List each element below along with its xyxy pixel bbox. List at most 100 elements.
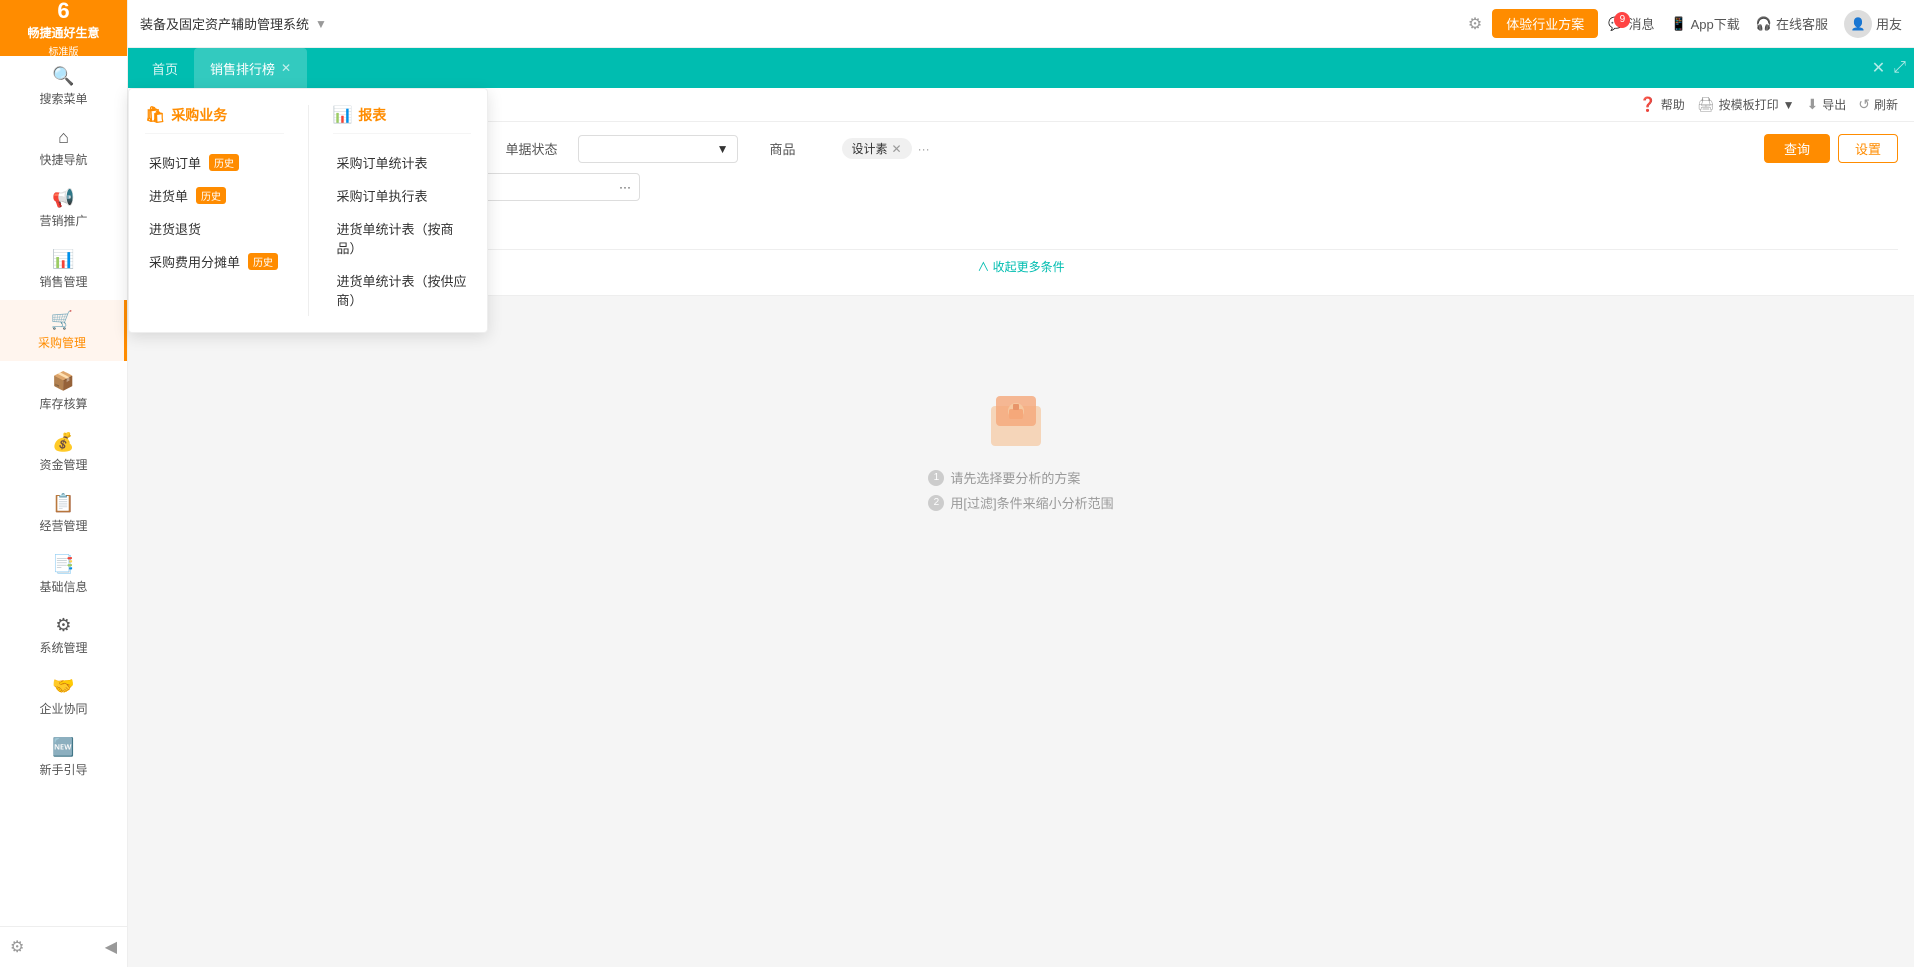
dropdown-item-order-exec[interactable]: 采购订单执行表 bbox=[333, 179, 472, 212]
tab-close-icon[interactable]: ✕ bbox=[281, 61, 291, 75]
dropdown-item-arrival[interactable]: 进货单 历史 bbox=[145, 179, 284, 212]
dropdown-item-expense[interactable]: 采购费用分摊单 历史 bbox=[145, 245, 284, 278]
empty-tip-2: 2 用[过滤]条件来缩小分析范围 bbox=[928, 493, 1113, 512]
dropdown-item-purchase-order[interactable]: 采购订单 历史 bbox=[145, 146, 284, 179]
sidebar-item-label-purchase: 采购管理 bbox=[38, 334, 86, 351]
sidebar-item-system[interactable]: ⚙ 系统管理 bbox=[0, 605, 127, 666]
new-icon: 🆕 bbox=[52, 737, 74, 758]
handshake-icon: 🤝 bbox=[52, 676, 74, 697]
sidebar-item-purchase[interactable]: 🛒 采购管理 bbox=[0, 300, 127, 361]
sidebar-item-basic[interactable]: 📑 基础信息 bbox=[0, 544, 127, 605]
dropdown-item-arrival-stat-goods[interactable]: 进货单统计表（按商品） bbox=[333, 212, 472, 264]
sidebar-item-guide[interactable]: 🆕 新手引导 bbox=[0, 727, 127, 788]
header-gear-icon[interactable]: ⚙ bbox=[1468, 14, 1482, 34]
sidebar-item-sales[interactable]: 📊 销售管理 bbox=[0, 239, 127, 300]
avatar-icon: 👤 bbox=[1851, 17, 1866, 31]
gear-icon: ⚙ bbox=[55, 615, 71, 636]
sidebar-item-corp[interactable]: 🤝 企业协同 bbox=[0, 666, 127, 727]
headset-icon: 🎧 bbox=[1756, 16, 1772, 32]
print-template-label: 按模板打印 bbox=[1719, 96, 1779, 113]
expense-label: 采购费用分摊单 bbox=[149, 252, 240, 271]
tabs-close-all-btn[interactable]: ✕ bbox=[1872, 58, 1885, 78]
sidebar-item-operation[interactable]: 📋 经营管理 bbox=[0, 483, 127, 544]
setting-button[interactable]: 设置 bbox=[1838, 134, 1898, 163]
dropdown-arrow-icon[interactable]: ▼ bbox=[315, 17, 327, 31]
collapse-text: 收起更多条件 bbox=[993, 260, 1065, 274]
empty-tip-2-text: 用[过滤]条件来缩小分析范围 bbox=[950, 493, 1113, 512]
salesman-more-dots[interactable]: ··· bbox=[619, 180, 631, 194]
user-btn[interactable]: 👤 用友 bbox=[1844, 10, 1902, 38]
arrival-stat-supplier-label: 进货单统计表（按供应商） bbox=[337, 271, 468, 309]
goods-more-dots[interactable]: ··· bbox=[918, 142, 930, 156]
empty-dot-1: 1 bbox=[928, 470, 944, 486]
refresh-btn[interactable]: ↺ 刷新 bbox=[1858, 96, 1898, 113]
print-icon: 🖨 bbox=[1697, 96, 1715, 113]
logo-icon: 6 bbox=[57, 0, 69, 24]
empty-tip-1: 1 请先选择要分析的方案 bbox=[928, 468, 1113, 487]
empty-text: 1 请先选择要分析的方案 2 用[过滤]条件来缩小分析范围 bbox=[928, 468, 1113, 512]
empty-illustration bbox=[971, 376, 1071, 456]
sidebar-item-marketing[interactable]: 📢 营销推广 bbox=[0, 178, 127, 239]
expense-history-badge: 历史 bbox=[248, 253, 278, 270]
tab-home-label: 首页 bbox=[152, 59, 178, 78]
purchase-col-icon: 🛍 bbox=[145, 105, 165, 125]
print-dropdown-icon: ▼ bbox=[1783, 98, 1795, 112]
cart-icon: 🛒 bbox=[51, 310, 73, 331]
sidebar-item-quick[interactable]: ⌂ 快捷导航 bbox=[0, 117, 127, 178]
tabs-bar: 首页 销售排行榜 ✕ ✕ ⤢ bbox=[128, 48, 1914, 88]
user-label: 用友 bbox=[1876, 14, 1902, 33]
online-service-label: 在线客服 bbox=[1776, 14, 1828, 33]
tab-home[interactable]: 首页 bbox=[136, 48, 194, 88]
purchase-order-label: 采购订单 bbox=[149, 153, 201, 172]
sidebar-logo: 6 畅捷通好生意 标准版 bbox=[0, 0, 127, 56]
report-col: 📊 报表 采购订单统计表 采购订单执行表 进货单统计表（按商品） 进货单统计表（… bbox=[333, 105, 472, 316]
export-btn[interactable]: ⬇ 导出 bbox=[1807, 96, 1847, 113]
online-service-btn[interactable]: 🎧 在线客服 bbox=[1756, 14, 1828, 33]
help-btn[interactable]: ❓ 帮助 bbox=[1639, 96, 1684, 113]
sidebar-item-label-corp: 企业协同 bbox=[39, 700, 87, 717]
home-icon: ⌂ bbox=[58, 127, 69, 148]
sidebar-item-label-system: 系统管理 bbox=[39, 639, 87, 656]
sidebar-item-inventory[interactable]: 📦 库存核算 bbox=[0, 361, 127, 422]
top-header: 装备及固定资产辅助管理系统 ▼ ⚙ 体验行业方案 💬 9 消息 📱 App下载 … bbox=[128, 0, 1914, 48]
dropdown-item-return[interactable]: 进货退货 bbox=[145, 212, 284, 245]
sys-title: 装备及固定资产辅助管理系统 ▼ bbox=[140, 14, 1458, 33]
clipboard-icon: 📋 bbox=[52, 493, 74, 514]
tab-sales-rank-label: 销售排行榜 bbox=[210, 59, 275, 78]
trial-button[interactable]: 体验行业方案 bbox=[1492, 9, 1598, 38]
order-stat-label: 采购订单统计表 bbox=[337, 153, 428, 172]
print-template-btn[interactable]: 🖨 按模板打印 ▼ bbox=[1697, 96, 1795, 113]
purchase-dropdown-menu: 🛍 采购业务 采购订单 历史 进货单 历史 进货退货 采购费用分摊单 历史 📊 … bbox=[128, 88, 488, 333]
sidebar-item-label-operation: 经营管理 bbox=[39, 517, 87, 534]
sidebar-item-label-sales: 销售管理 bbox=[39, 273, 87, 290]
message-btn[interactable]: 💬 9 消息 bbox=[1608, 14, 1654, 33]
query-button[interactable]: 查询 bbox=[1764, 134, 1830, 163]
collapse-btn[interactable]: ◀ bbox=[105, 937, 117, 957]
purchase-col-header: 🛍 采购业务 bbox=[145, 105, 284, 134]
sidebar-item-search[interactable]: 🔍 搜索菜单 bbox=[0, 56, 127, 117]
search-icon: 🔍 bbox=[52, 66, 74, 87]
tabs-expand-btn[interactable]: ⤢ bbox=[1893, 59, 1906, 77]
settings-bottom-btn[interactable]: ⚙ bbox=[10, 937, 24, 957]
tab-sales-rank[interactable]: 销售排行榜 ✕ bbox=[194, 48, 307, 88]
sidebar-bottom: ⚙ ◀ bbox=[0, 926, 127, 967]
doc-status-select[interactable]: ▼ bbox=[578, 135, 738, 163]
export-icon: ⬇ bbox=[1807, 96, 1819, 113]
goods-tag-text: 设计素 bbox=[852, 140, 888, 157]
arrival-label: 进货单 bbox=[149, 186, 188, 205]
goods-tag-close-icon[interactable]: ✕ bbox=[892, 142, 902, 156]
sidebar-item-finance[interactable]: 💰 资金管理 bbox=[0, 422, 127, 483]
goods-tag: 设计素 ✕ bbox=[842, 138, 912, 159]
box-icon: 📦 bbox=[52, 371, 74, 392]
report-col-header: 📊 报表 bbox=[333, 105, 472, 134]
app-download-btn[interactable]: 📱 App下载 bbox=[1670, 14, 1739, 33]
return-label: 进货退货 bbox=[149, 219, 201, 238]
salesman-select[interactable]: ··· bbox=[480, 173, 640, 201]
app-download-label: App下载 bbox=[1691, 14, 1740, 33]
user-avatar: 👤 bbox=[1844, 10, 1872, 38]
tabs-bar-right: ✕ ⤢ bbox=[1872, 58, 1906, 78]
megaphone-icon: 📢 bbox=[52, 188, 74, 209]
dropdown-item-order-stat[interactable]: 采购订单统计表 bbox=[333, 146, 472, 179]
dropdown-item-arrival-stat-supplier[interactable]: 进货单统计表（按供应商） bbox=[333, 264, 472, 316]
goods-label: 商品 bbox=[770, 139, 830, 158]
